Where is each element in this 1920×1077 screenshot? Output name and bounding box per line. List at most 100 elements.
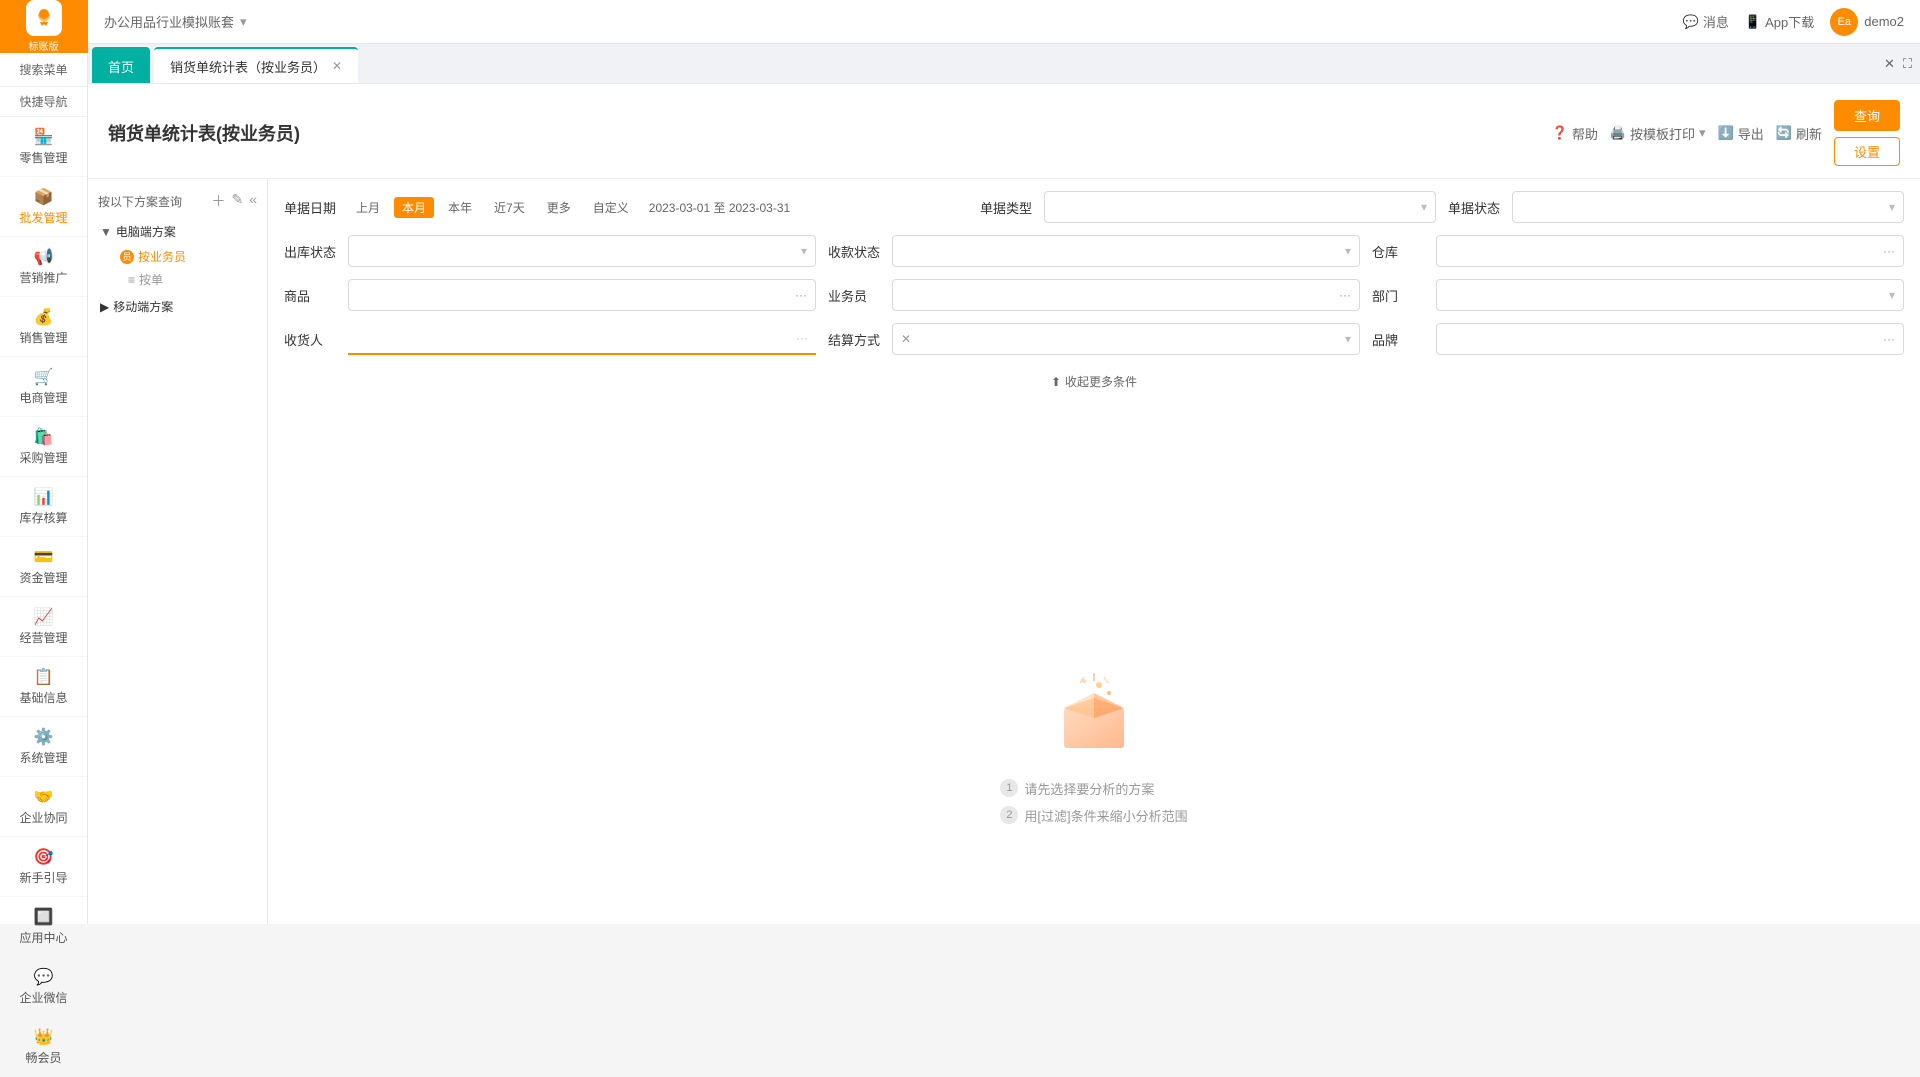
filter-row-1: 单据日期 上月 本月 本年 近7天 更多 自定义 2023-03-01 至 20… bbox=[284, 191, 1904, 223]
this-month-btn[interactable]: 本月 bbox=[394, 197, 434, 218]
left-panel-header: 按以下方案查询 ＋ ✎ « bbox=[88, 187, 267, 219]
avatar: Ea bbox=[1830, 8, 1858, 36]
dept-label: 部门 bbox=[1372, 286, 1428, 305]
sidebar-item-wholesale[interactable]: 📦 批发管理 bbox=[0, 177, 87, 237]
scheme-item-by-staff[interactable]: 员 按业务员 bbox=[96, 244, 259, 269]
filter-row-4: 收货人 ··· 结算方式 ✕ ▾ bbox=[284, 323, 1904, 355]
operations-icon: 📈 bbox=[34, 607, 54, 627]
topbar-actions: 💬 消息 📱 App下载 Ea demo2 bbox=[1683, 8, 1904, 36]
type-label: 单据类型 bbox=[980, 198, 1036, 217]
status-chevron-icon: ▾ bbox=[1889, 200, 1895, 214]
left-panel: 按以下方案查询 ＋ ✎ « ▼ 电脑端方案 员 按业务员 bbox=[88, 179, 268, 924]
maximize-icon[interactable]: ⛶ bbox=[1903, 56, 1912, 72]
topbar-title: 办公用品行业模拟账套 ▾ bbox=[104, 12, 1671, 31]
page-actions: ❓ 帮助 🖨️ 按模板打印 ▾ ⬇️ 导出 🔄 刷新 查询 bbox=[1552, 96, 1900, 170]
more-btn[interactable]: 更多 bbox=[539, 197, 579, 218]
status-label: 单据状态 bbox=[1448, 198, 1504, 217]
filter-row-3: 商品 ··· 业务员 ··· 部门 bbox=[284, 279, 1904, 311]
ecommerce-icon: 🛒 bbox=[34, 367, 54, 387]
staff-input[interactable]: ··· bbox=[892, 279, 1360, 311]
filter-brand: 品牌 ··· bbox=[1372, 323, 1904, 355]
filter-goods: 商品 ··· bbox=[284, 279, 816, 311]
app-download-action[interactable]: 📱 App下载 bbox=[1745, 12, 1814, 31]
settlement-chevron-icon: ▾ bbox=[1345, 332, 1351, 346]
by-staff-label: 按业务员 bbox=[138, 248, 186, 265]
warehouse-input[interactable]: ··· bbox=[1436, 235, 1904, 267]
print-action[interactable]: 🖨️ 按模板打印 ▾ bbox=[1610, 124, 1706, 143]
sidebar-logo[interactable]: 标账版 bbox=[0, 0, 88, 53]
refresh-action[interactable]: 🔄 刷新 bbox=[1776, 124, 1822, 143]
tab-sales-stat[interactable]: 销货单统计表（按业务员） ✕ bbox=[154, 47, 358, 83]
sidebar-item-corp[interactable]: 🤝 企业协同 bbox=[0, 777, 87, 837]
settlement-clear-icon[interactable]: ✕ bbox=[901, 332, 911, 346]
staff-label: 业务员 bbox=[828, 286, 884, 305]
mobile-scheme-group: ▶ 移动端方案 bbox=[88, 294, 267, 319]
sidebar-item-finance[interactable]: 💳 资金管理 bbox=[0, 537, 87, 597]
sidebar-item-wechat[interactable]: 💬 企业微信 bbox=[0, 957, 87, 1017]
collapse-bar[interactable]: ⬆ 收起更多条件 bbox=[284, 367, 1904, 396]
receipt-status-select[interactable]: ▾ bbox=[892, 235, 1360, 267]
tabs-bar: 首页 销货单统计表（按业务员） ✕ ✕ ⛶ bbox=[88, 44, 1920, 84]
message-action[interactable]: 💬 消息 bbox=[1683, 12, 1729, 31]
search-menu[interactable]: 搜索菜单 bbox=[0, 53, 87, 87]
custom-btn[interactable]: 自定义 bbox=[585, 197, 637, 218]
sidebar-item-newbie[interactable]: 🎯 新手引导 bbox=[0, 837, 87, 897]
sidebar-item-retail[interactable]: 🏪 零售管理 bbox=[0, 117, 87, 177]
this-year-btn[interactable]: 本年 bbox=[440, 197, 480, 218]
sidebar-item-marketing[interactable]: 📢 营销推广 bbox=[0, 237, 87, 297]
scheme-sub-by-order[interactable]: ≡ 按单 bbox=[96, 269, 259, 290]
sidebar-item-base[interactable]: 📋 基础信息 bbox=[0, 657, 87, 717]
empty-hint-2: 2 用[过滤]条件来缩小分析范围 bbox=[1000, 806, 1187, 825]
query-button[interactable]: 查询 bbox=[1834, 100, 1900, 131]
filter-warehouse: 仓库 ··· bbox=[1372, 235, 1904, 267]
settlement-select[interactable]: ✕ ▾ bbox=[892, 323, 1360, 355]
last7-btn[interactable]: 近7天 bbox=[486, 197, 533, 218]
empty-illustration bbox=[1044, 663, 1144, 763]
tab-home[interactable]: 首页 bbox=[92, 47, 150, 83]
recipient-input[interactable]: ··· bbox=[348, 323, 816, 355]
sidebar-item-ecommerce[interactable]: 🛒 电商管理 bbox=[0, 357, 87, 417]
help-action[interactable]: ❓ 帮助 bbox=[1552, 124, 1598, 143]
dept-select[interactable]: ▾ bbox=[1436, 279, 1904, 311]
type-select[interactable]: ▾ bbox=[1044, 191, 1436, 223]
wechat-icon: 💬 bbox=[34, 967, 54, 987]
print-dropdown-icon[interactable]: ▾ bbox=[1699, 125, 1706, 141]
desktop-scheme-title[interactable]: ▼ 电脑端方案 bbox=[96, 219, 259, 244]
goods-input[interactable]: ··· bbox=[348, 279, 816, 311]
brand-input[interactable]: ··· bbox=[1436, 323, 1904, 355]
hint-text-1: 请先选择要分析的方案 bbox=[1024, 779, 1154, 798]
add-scheme-icon[interactable]: ＋ bbox=[211, 191, 225, 211]
sidebar-item-member[interactable]: 👑 畅会员 bbox=[0, 1017, 87, 1077]
collapse-panel-icon[interactable]: « bbox=[249, 191, 257, 211]
tab-maximize[interactable]: ✕ ⛶ bbox=[1884, 56, 1912, 72]
message-icon: 💬 bbox=[1683, 14, 1699, 30]
empty-hint-1: 1 请先选择要分析的方案 bbox=[1000, 779, 1187, 798]
tab-close-icon[interactable]: ✕ bbox=[332, 59, 342, 73]
filter-row-2: 出库状态 ▾ 收款状态 ▾ bbox=[284, 235, 1904, 267]
user-profile[interactable]: Ea demo2 bbox=[1830, 8, 1904, 36]
last-month-btn[interactable]: 上月 bbox=[348, 197, 388, 218]
status-select[interactable]: ▾ bbox=[1512, 191, 1904, 223]
export-action[interactable]: ⬇️ 导出 bbox=[1718, 124, 1764, 143]
sidebar-item-sales[interactable]: 💰 销售管理 bbox=[0, 297, 87, 357]
newbie-icon: 🎯 bbox=[34, 847, 54, 867]
sidebar-item-system[interactable]: ⚙️ 系统管理 bbox=[0, 717, 87, 777]
filter-results-area: 单据日期 上月 本月 本年 近7天 更多 自定义 2023-03-01 至 20… bbox=[268, 179, 1920, 924]
close-tab-icon[interactable]: ✕ bbox=[1884, 56, 1895, 72]
desktop-scheme-label: 电脑端方案 bbox=[116, 223, 176, 240]
print-icon: 🖨️ bbox=[1610, 125, 1626, 141]
mobile-scheme-title[interactable]: ▶ 移动端方案 bbox=[88, 294, 267, 319]
sidebar-item-operations[interactable]: 📈 经营管理 bbox=[0, 597, 87, 657]
settings-button[interactable]: 设置 bbox=[1834, 137, 1900, 166]
topbar: 办公用品行业模拟账套 ▾ 💬 消息 📱 App下载 Ea demo2 bbox=[88, 0, 1920, 44]
sidebar-item-appstore[interactable]: 🔲 应用中心 bbox=[0, 897, 87, 957]
quick-nav[interactable]: 快捷导航 bbox=[0, 87, 87, 117]
edit-scheme-icon[interactable]: ✎ bbox=[231, 191, 243, 211]
sidebar-item-inventory[interactable]: 📊 库存核算 bbox=[0, 477, 87, 537]
topbar-dropdown-icon[interactable]: ▾ bbox=[240, 14, 247, 30]
recipient-dots: ··· bbox=[796, 331, 808, 345]
out-status-select[interactable]: ▾ bbox=[348, 235, 816, 267]
inventory-icon: 📊 bbox=[34, 487, 54, 507]
filter-out-status: 出库状态 ▾ bbox=[284, 235, 816, 267]
sidebar-item-purchase[interactable]: 🛍️ 采购管理 bbox=[0, 417, 87, 477]
